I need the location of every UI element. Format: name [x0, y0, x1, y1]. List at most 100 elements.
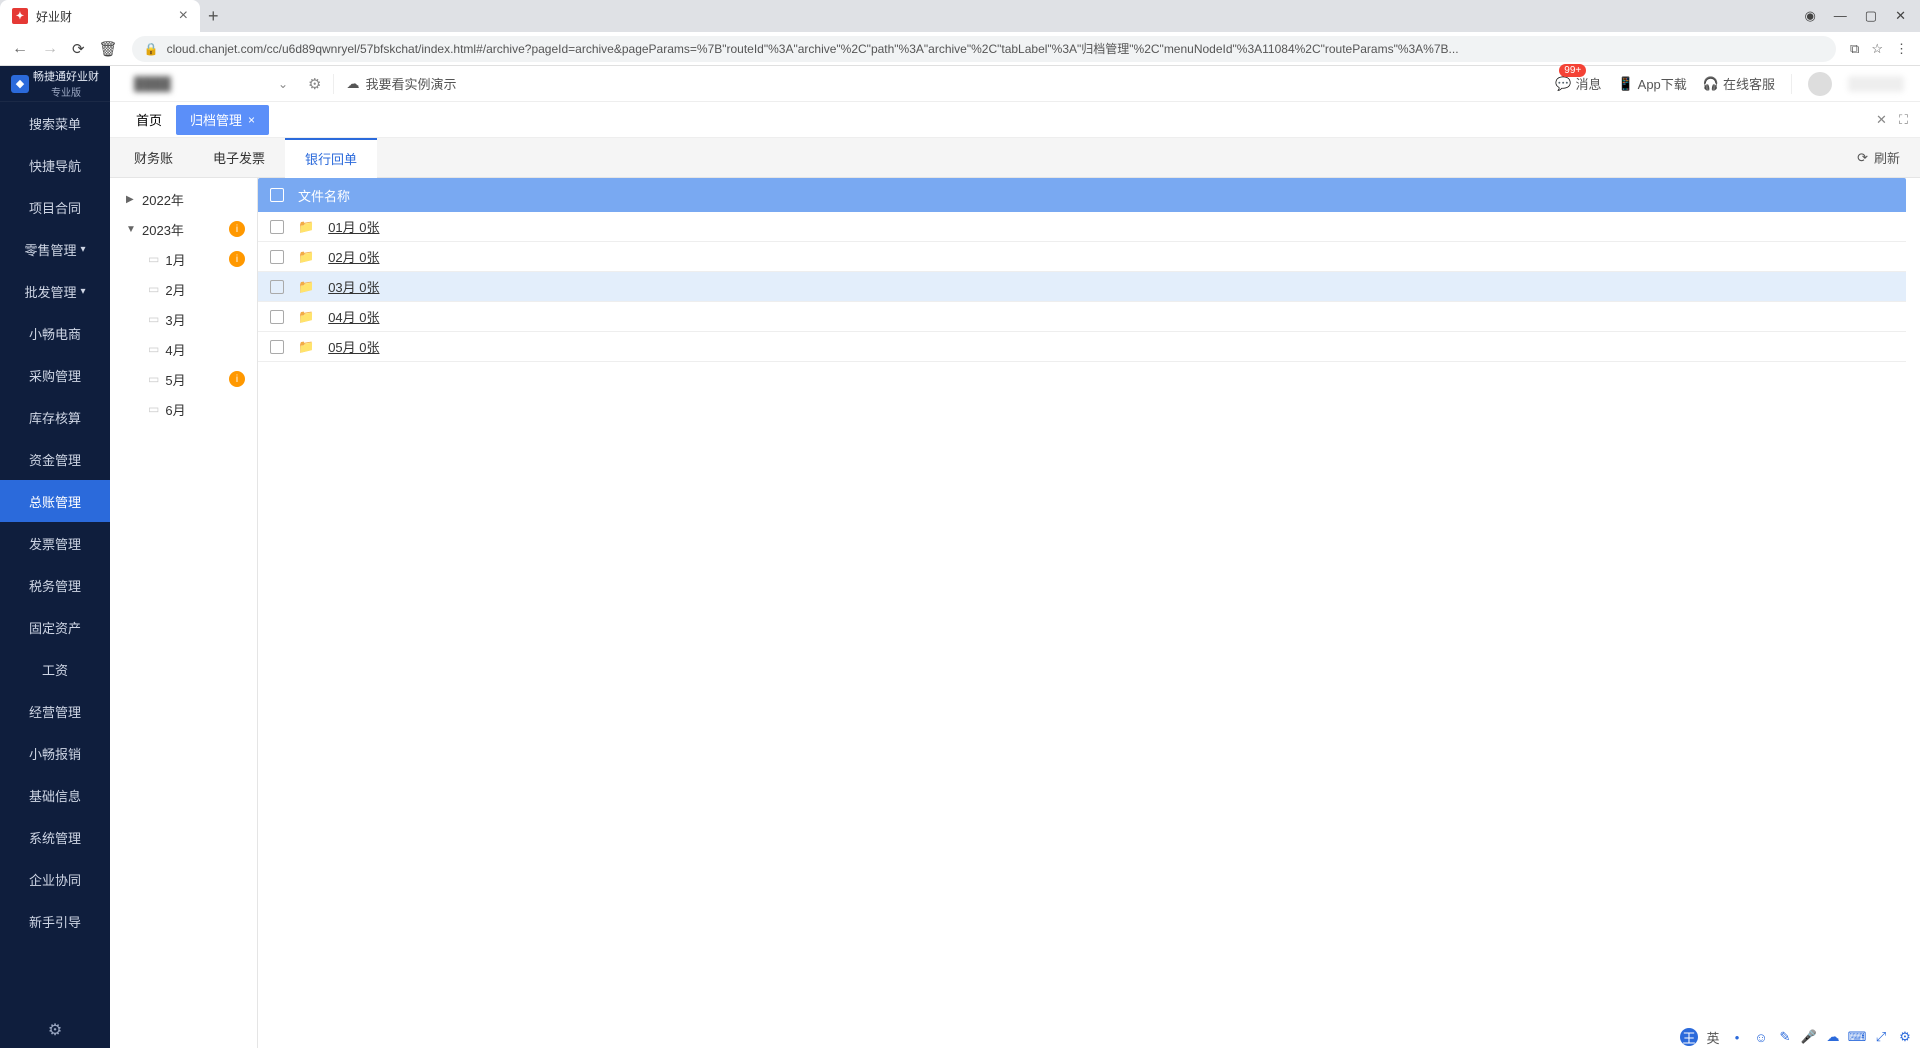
ime-mic-icon[interactable]: 🎤: [1800, 1028, 1818, 1046]
fullscreen-icon[interactable]: ⛶: [1899, 112, 1908, 128]
tree-label: 6月: [165, 400, 185, 419]
install-icon[interactable]: ⧉: [1850, 41, 1859, 57]
tree-year-1[interactable]: ▼2023年i: [110, 214, 257, 244]
reload-icon[interactable]: ⟳: [72, 40, 85, 58]
table-row[interactable]: 📁05月 0张: [258, 332, 1906, 362]
sidebar-item-1[interactable]: 快捷导航: [0, 144, 110, 186]
service-button[interactable]: 🎧 在线客服: [1703, 74, 1775, 93]
row-checkbox[interactable]: [270, 310, 284, 324]
table-row[interactable]: 📁03月 0张: [258, 272, 1906, 302]
file-name-link[interactable]: 04月 0张: [328, 307, 379, 326]
tree-month-1[interactable]: ▭2月: [110, 274, 257, 304]
tree-year-0[interactable]: ▶2022年: [110, 184, 257, 214]
select-all-checkbox[interactable]: [270, 188, 284, 202]
sidebar-item-15[interactable]: 小畅报销: [0, 732, 110, 774]
forward-icon[interactable]: →: [42, 40, 58, 58]
sidebar-item-19[interactable]: 新手引导: [0, 900, 110, 942]
sidebar-item-9[interactable]: 总账管理: [0, 480, 110, 522]
ime-logo-icon[interactable]: 王: [1680, 1028, 1698, 1046]
file-name-link[interactable]: 02月 0张: [328, 247, 379, 266]
browser-tab[interactable]: ✦ 好业财 ×: [0, 0, 200, 32]
tree-month-2[interactable]: ▭3月: [110, 304, 257, 334]
sidebar-settings-icon[interactable]: ⚙: [0, 1012, 110, 1048]
table-row[interactable]: 📁01月 0张: [258, 212, 1906, 242]
sidebar-item-18[interactable]: 企业协同: [0, 858, 110, 900]
new-tab-button[interactable]: +: [208, 6, 219, 27]
kebab-icon[interactable]: ⋮: [1895, 41, 1908, 57]
sidebar-item-label: 快捷导航: [29, 156, 81, 175]
window-controls: ◉ — ▢ ✕: [1804, 8, 1920, 24]
ime-expand-icon[interactable]: ⤢: [1872, 1028, 1890, 1046]
file-name-link[interactable]: 03月 0张: [328, 277, 379, 296]
sidebar-item-2[interactable]: 项目合同: [0, 186, 110, 228]
company-settings-icon[interactable]: ⚙: [308, 75, 321, 93]
refresh-icon: ⟳: [1857, 150, 1868, 166]
sidebar-item-5[interactable]: 小畅电商: [0, 312, 110, 354]
tree-month-0[interactable]: ▭1月i: [110, 244, 257, 274]
sidebar-item-label: 基础信息: [29, 786, 81, 805]
messages-button[interactable]: 99+ 💬 消息: [1555, 74, 1601, 93]
file-name-link[interactable]: 01月 0张: [328, 217, 379, 236]
sidebar-item-13[interactable]: 工资: [0, 648, 110, 690]
folder-icon: ▭: [148, 402, 159, 416]
sidebar-item-label: 批发管理: [24, 282, 76, 301]
page-tab-0[interactable]: 首页: [122, 105, 176, 135]
tree-month-4[interactable]: ▭5月i: [110, 364, 257, 394]
sidebar-item-14[interactable]: 经营管理: [0, 690, 110, 732]
trash-icon[interactable]: 🗑: [99, 40, 118, 58]
sidebar-item-10[interactable]: 发票管理: [0, 522, 110, 564]
ime-smile-icon[interactable]: ☺: [1752, 1028, 1770, 1046]
tree-month-5[interactable]: ▭ 6月: [110, 394, 257, 424]
table-row[interactable]: 📁02月 0张: [258, 242, 1906, 272]
sub-tab-2[interactable]: 银行回单: [285, 138, 377, 178]
page-tab-1[interactable]: 归档管理 ×: [176, 105, 269, 135]
lock-icon: 🔒: [144, 42, 159, 56]
sidebar-item-11[interactable]: 税务管理: [0, 564, 110, 606]
sub-tab-0[interactable]: 财务账: [114, 138, 193, 178]
sidebar-item-0[interactable]: 搜索菜单: [0, 102, 110, 144]
maximize-icon[interactable]: ▢: [1865, 8, 1877, 24]
demo-link[interactable]: ☁ 我要看实例演示: [346, 74, 456, 93]
sub-tab-1[interactable]: 电子发票: [193, 138, 285, 178]
sidebar-item-3[interactable]: 零售管理▾: [0, 228, 110, 270]
sidebar-item-7[interactable]: 库存核算: [0, 396, 110, 438]
bookmark-icon[interactable]: ☆: [1871, 41, 1883, 57]
file-name-link[interactable]: 05月 0张: [328, 337, 379, 356]
table-row[interactable]: 📁04月 0张: [258, 302, 1906, 332]
sidebar-item-16[interactable]: 基础信息: [0, 774, 110, 816]
sidebar-item-4[interactable]: 批发管理▾: [0, 270, 110, 312]
close-icon[interactable]: ×: [248, 113, 255, 127]
sidebar-item-12[interactable]: 固定资产: [0, 606, 110, 648]
page-tab-label: 归档管理: [190, 110, 242, 129]
close-all-tabs-icon[interactable]: ✕: [1876, 112, 1887, 128]
row-checkbox[interactable]: [270, 250, 284, 264]
account-icon[interactable]: ◉: [1804, 8, 1815, 24]
sidebar-item-8[interactable]: 资金管理: [0, 438, 110, 480]
back-icon[interactable]: ←: [12, 40, 28, 58]
avatar[interactable]: [1808, 72, 1832, 96]
ime-cloud-icon[interactable]: ☁: [1824, 1028, 1842, 1046]
row-checkbox[interactable]: [270, 220, 284, 234]
divider: [1791, 74, 1792, 94]
ime-lang[interactable]: 英: [1704, 1028, 1722, 1046]
chevron-down-icon: ⌄: [278, 77, 288, 91]
column-filename: 文件名称: [298, 186, 350, 205]
url-field[interactable]: 🔒 cloud.chanjet.com/cc/u6d89qwnryel/57bf…: [132, 36, 1836, 62]
close-window-icon[interactable]: ✕: [1895, 8, 1906, 24]
sidebar-item-17[interactable]: 系统管理: [0, 816, 110, 858]
row-checkbox[interactable]: [270, 340, 284, 354]
app-download-button[interactable]: 📱 App下载: [1617, 74, 1686, 93]
tree-month-3[interactable]: ▭4月: [110, 334, 257, 364]
ime-keyboard-icon[interactable]: ⌨: [1848, 1028, 1866, 1046]
ime-edit-icon[interactable]: ✎: [1776, 1028, 1794, 1046]
sidebar-item-label: 零售管理: [24, 240, 76, 259]
sidebar-item-6[interactable]: 采购管理: [0, 354, 110, 396]
ime-gear-icon[interactable]: ⚙: [1896, 1028, 1914, 1046]
refresh-button[interactable]: ⟳ 刷新: [1857, 148, 1916, 167]
minimize-icon[interactable]: —: [1834, 8, 1847, 24]
company-selector[interactable]: ████ ⌄: [126, 72, 296, 96]
ime-dot-icon[interactable]: •: [1728, 1028, 1746, 1046]
row-checkbox[interactable]: [270, 280, 284, 294]
tab-close-icon[interactable]: ×: [179, 7, 188, 25]
sidebar-item-label: 工资: [42, 660, 68, 679]
